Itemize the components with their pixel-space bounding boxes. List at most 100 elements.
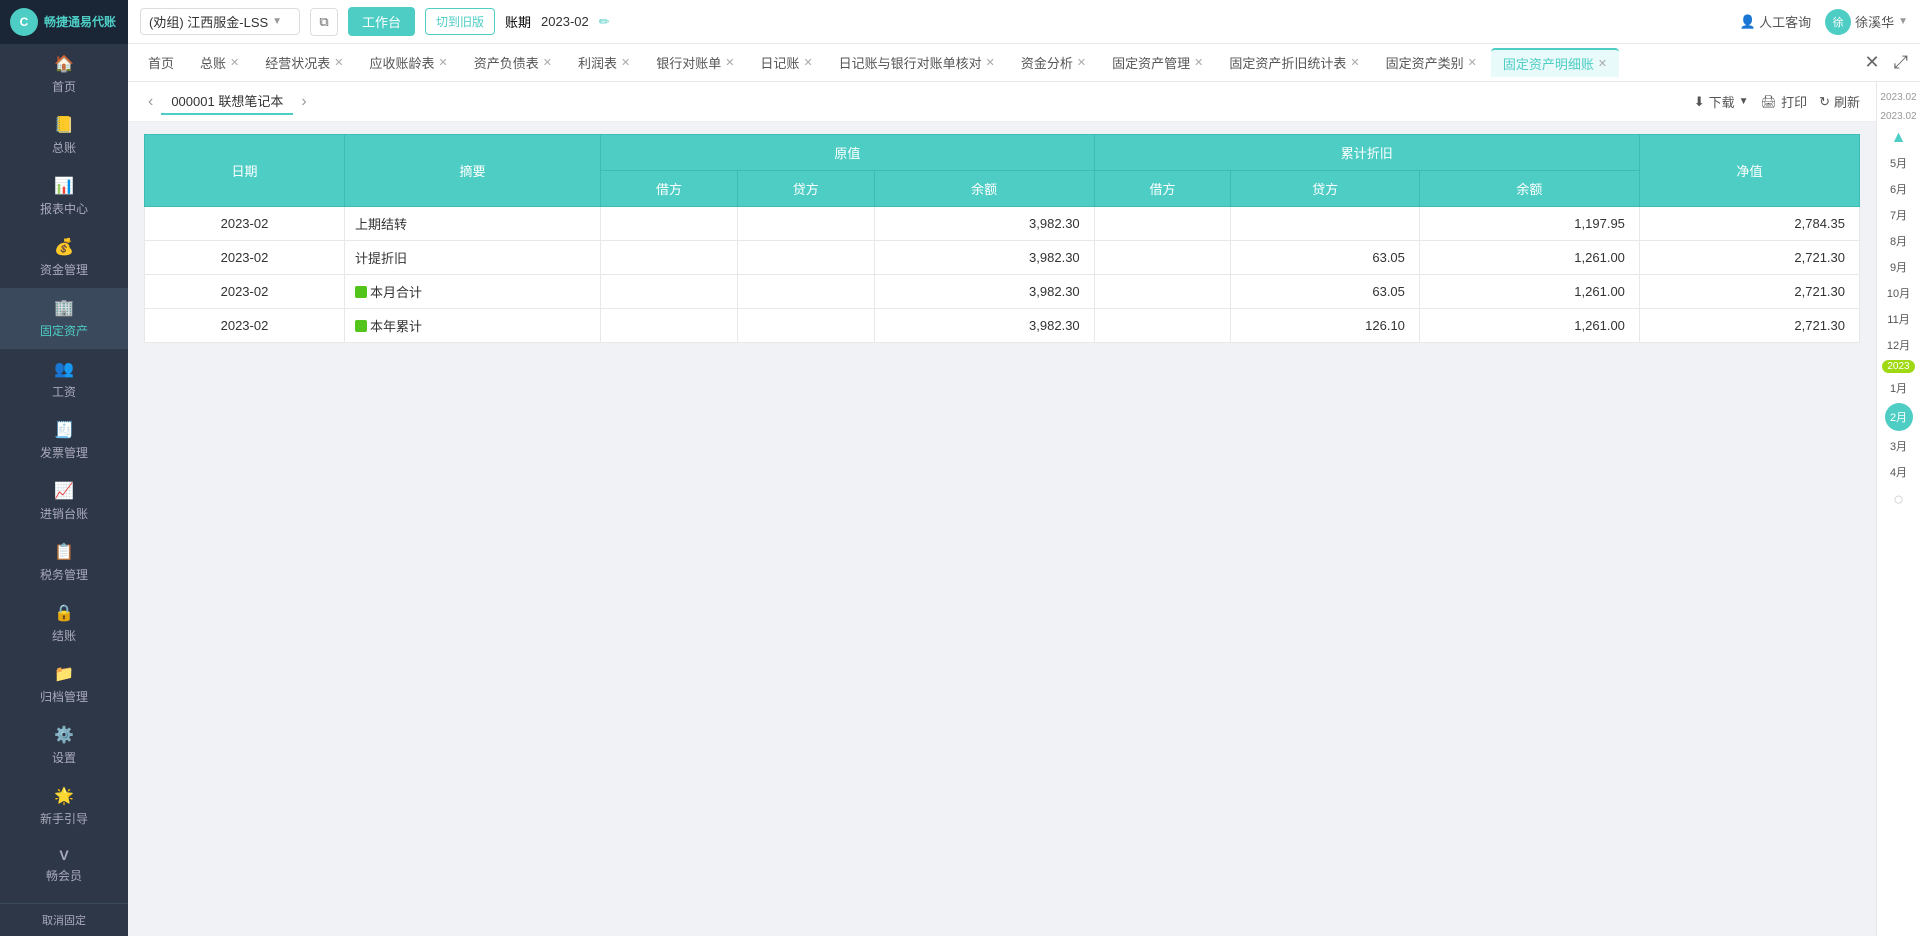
sidebar-item-closing[interactable]: 🔒 结账: [0, 593, 128, 654]
download-arrow-icon: ▼: [1739, 96, 1749, 107]
tab-bank-journal[interactable]: 日记账与银行对账单核对 ✕: [827, 49, 1007, 76]
expand-tabs-button[interactable]: ⤢: [1890, 50, 1912, 75]
tab-fixed-category-close[interactable]: ✕: [1468, 56, 1477, 69]
sidebar-item-label: 报表中心: [40, 200, 88, 217]
timeline-month-7[interactable]: 7月: [1877, 202, 1920, 228]
tab-profit[interactable]: 利润表 ✕: [566, 49, 642, 76]
timeline-month-11[interactable]: 11月: [1877, 306, 1920, 332]
user-info[interactable]: 徐 徐溪华 ▼: [1825, 9, 1908, 35]
print-icon: 🖨: [1761, 94, 1778, 110]
period-prefix: 账期: [505, 12, 531, 31]
nav-forward-button[interactable]: ›: [297, 93, 310, 111]
breadcrumb-nav: ‹ 000001 联想笔记本 ›: [144, 88, 311, 115]
tab-ledger-close[interactable]: ✕: [230, 56, 239, 69]
tab-receivable[interactable]: 应收账龄表 ✕: [357, 49, 459, 76]
company-selector[interactable]: (劝组) 江西服金-LSS ▼: [140, 8, 300, 35]
tab-journal[interactable]: 日记账 ✕: [748, 49, 824, 76]
tab-fixed-depreciation[interactable]: 固定资产折旧统计表 ✕: [1217, 49, 1371, 76]
workbench-button[interactable]: 工作台: [348, 7, 415, 36]
tab-bank-statement[interactable]: 银行对账单 ✕: [644, 49, 746, 76]
nav-back-button[interactable]: ‹: [144, 93, 157, 111]
tab-fixed-mgmt-close[interactable]: ✕: [1194, 56, 1203, 69]
cell-orig-debit-0: [601, 207, 738, 241]
download-icon: ⬇: [1694, 94, 1705, 110]
timeline-panel: 2023.02 2023.02 ▲ 5月 6月 7月 8月 9月 10月 11月…: [1876, 82, 1920, 936]
breadcrumb-asset-label: 000001 联想笔记本: [171, 94, 283, 109]
tab-bank-statement-close[interactable]: ✕: [725, 56, 734, 69]
ledger-icon: 📒: [54, 115, 74, 135]
service-button[interactable]: 👤 人工客询: [1740, 12, 1811, 31]
timeline-month-4[interactable]: 4月: [1877, 459, 1920, 485]
tab-management-close[interactable]: ✕: [334, 56, 343, 69]
cell-summary-0: 上期结转: [344, 207, 600, 241]
sidebar: C 畅捷通易代账 🏠 首页 📒 总账 📊 报表中心 💰 资金管理 🏢 固定资产 …: [0, 0, 128, 936]
tab-fund-analysis-label: 资金分析: [1021, 53, 1073, 72]
timeline-month-5[interactable]: 5月: [1877, 150, 1920, 176]
timeline-month-9[interactable]: 9月: [1877, 254, 1920, 280]
page-container: ‹ 000001 联想笔记本 › ⬇ 下载 ▼ 🖨: [128, 82, 1876, 936]
sidebar-item-invoices[interactable]: 🧾 发票管理: [0, 410, 128, 471]
tab-fixed-detail-close[interactable]: ✕: [1598, 57, 1607, 70]
archive-icon: 📁: [54, 664, 74, 684]
tab-fixed-mgmt[interactable]: 固定资产管理 ✕: [1100, 49, 1215, 76]
timeline-month-3[interactable]: 3月: [1877, 433, 1920, 459]
sidebar-item-home[interactable]: 🏠 首页: [0, 44, 128, 105]
sidebar-item-settings[interactable]: ⚙️ 设置: [0, 715, 128, 776]
timeline-month-8[interactable]: 8月: [1877, 228, 1920, 254]
sidebar-item-ledger[interactable]: 📒 总账: [0, 105, 128, 166]
copy-button[interactable]: ⧉: [310, 8, 338, 36]
tab-balance-close[interactable]: ✕: [543, 56, 552, 69]
sidebar-item-fixed-assets[interactable]: 🏢 固定资产: [0, 288, 128, 349]
tab-receivable-close[interactable]: ✕: [439, 56, 448, 69]
sidebar-item-payroll[interactable]: 👥 工资: [0, 349, 128, 410]
sidebar-item-label: 进销台账: [40, 505, 88, 522]
col-summary: 摘要: [344, 135, 600, 207]
cancel-fixed-button[interactable]: 取消固定: [0, 903, 128, 936]
cell-orig-debit-3: [601, 309, 738, 343]
tab-home[interactable]: 首页: [136, 49, 186, 76]
tab-profit-label: 利润表: [578, 53, 617, 72]
timeline-month-12[interactable]: 12月: [1877, 332, 1920, 358]
tab-balance[interactable]: 资产负债表 ✕: [462, 49, 564, 76]
home-icon: 🏠: [54, 54, 74, 74]
timeline-month-6[interactable]: 6月: [1877, 176, 1920, 202]
sidebar-item-tax[interactable]: 📋 税务管理: [0, 532, 128, 593]
close-all-tabs-button[interactable]: ✕: [1861, 50, 1884, 75]
cell-orig-credit-0: [737, 207, 874, 241]
sidebar-item-reports[interactable]: 📊 报表中心: [0, 166, 128, 227]
tab-bank-journal-close[interactable]: ✕: [986, 56, 995, 69]
period-edit-icon[interactable]: ✏: [599, 14, 610, 30]
app-logo: C 畅捷通易代账: [0, 0, 128, 44]
cell-accum-balance-2: 1,261.00: [1419, 275, 1639, 309]
col-orig-balance: 余额: [874, 171, 1094, 207]
cell-accum-credit-0: [1231, 207, 1419, 241]
tab-receivable-label: 应收账龄表: [369, 53, 434, 72]
sidebar-item-archive[interactable]: 📁 归档管理: [0, 654, 128, 715]
tab-profit-close[interactable]: ✕: [621, 56, 630, 69]
timeline-month-2-active[interactable]: 2月: [1885, 403, 1913, 431]
sidebar-item-funds[interactable]: 💰 资金管理: [0, 227, 128, 288]
download-button[interactable]: ⬇ 下载 ▼: [1694, 92, 1749, 111]
refresh-button[interactable]: ↻ 刷新: [1819, 92, 1860, 111]
cell-accum-debit-2: [1094, 275, 1231, 309]
cell-accum-debit-1: [1094, 241, 1231, 275]
timeline-month-10[interactable]: 10月: [1877, 280, 1920, 306]
print-button[interactable]: 🖨 打印: [1761, 92, 1808, 111]
sidebar-item-vip[interactable]: V 畅会员: [0, 837, 128, 894]
timeline-scroll-up-button[interactable]: ▲: [1888, 126, 1910, 150]
tab-fund-analysis-close[interactable]: ✕: [1077, 56, 1086, 69]
switch-version-button[interactable]: 切到旧版: [425, 8, 495, 35]
cell-date-1: 2023-02: [145, 241, 345, 275]
tab-fund-analysis[interactable]: 资金分析 ✕: [1009, 49, 1098, 76]
tab-journal-close[interactable]: ✕: [803, 56, 812, 69]
tab-ledger[interactable]: 总账 ✕: [188, 49, 251, 76]
breadcrumb-asset[interactable]: 000001 联想笔记本: [161, 88, 293, 115]
cell-net-value-3: 2,721.30: [1639, 309, 1859, 343]
tab-fixed-depreciation-close[interactable]: ✕: [1350, 56, 1359, 69]
tab-fixed-category[interactable]: 固定资产类别 ✕: [1374, 49, 1489, 76]
tab-management[interactable]: 经营状况表 ✕: [253, 49, 355, 76]
timeline-month-1[interactable]: 1月: [1877, 375, 1920, 401]
tab-fixed-detail[interactable]: 固定资产明细账 ✕: [1491, 48, 1619, 77]
sidebar-item-guide[interactable]: 🌟 新手引导: [0, 776, 128, 837]
sidebar-item-sales[interactable]: 📈 进销台账: [0, 471, 128, 532]
